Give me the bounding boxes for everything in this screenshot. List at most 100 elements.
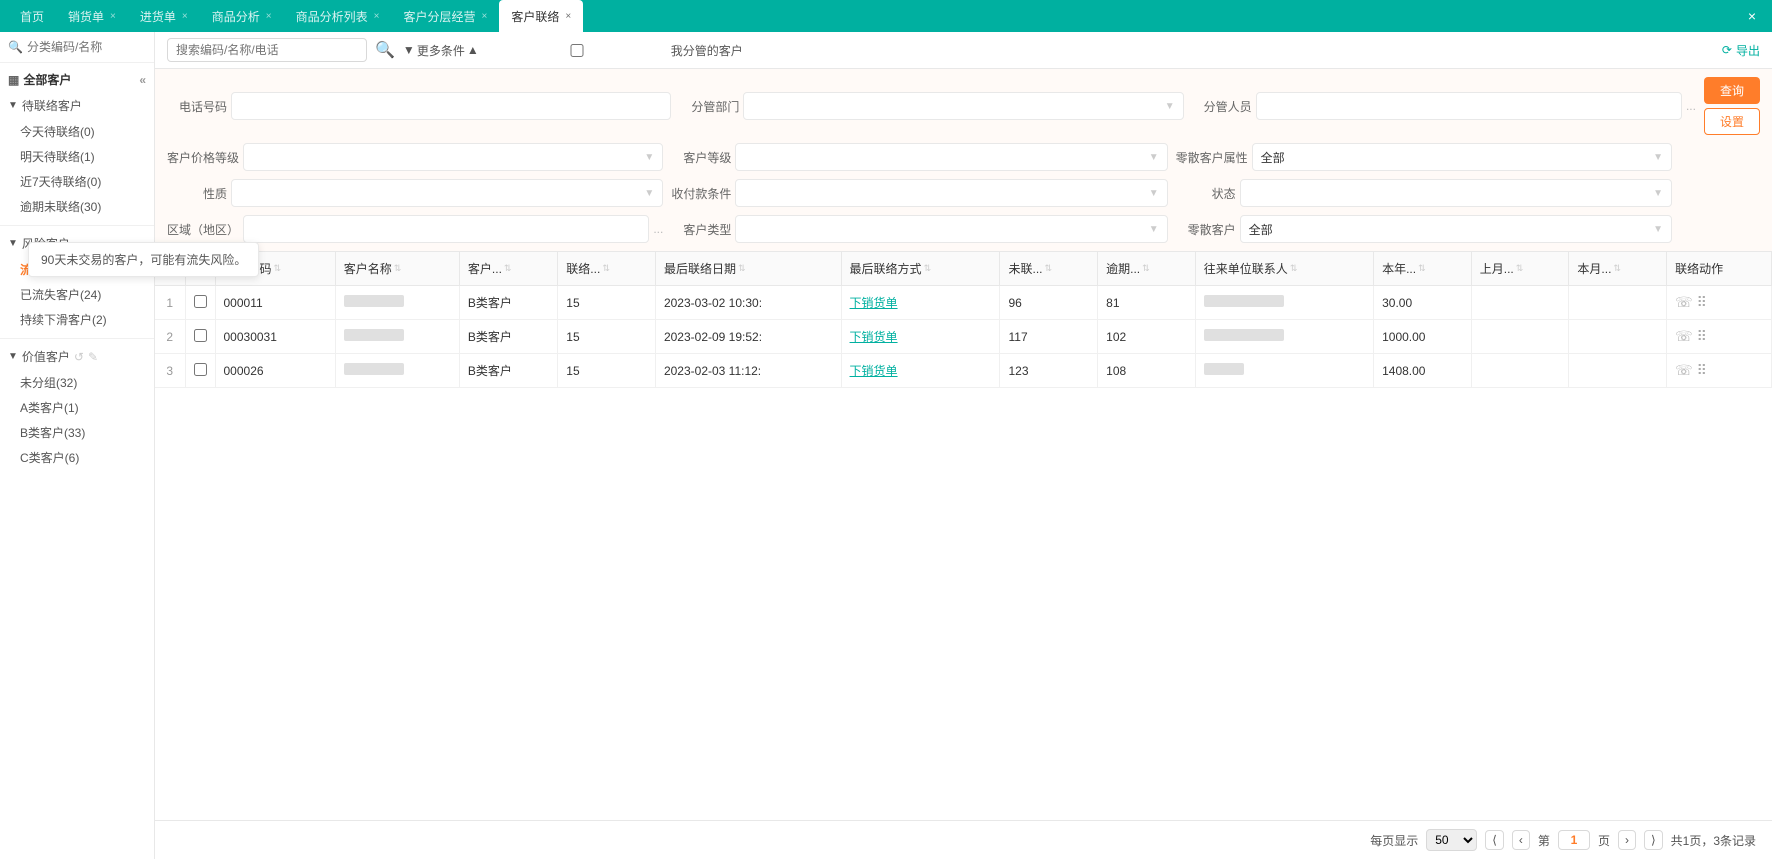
sidebar-item-overdue[interactable]: 逾期未联络(30): [0, 194, 154, 219]
contact-method-link[interactable]: 下销货单: [850, 330, 898, 344]
filter-payment-select[interactable]: ▼: [735, 179, 1167, 207]
last-contact-method[interactable]: 下销货单: [841, 320, 1000, 354]
sidebar-item-class-a[interactable]: A类客户(1): [0, 395, 154, 420]
customer-name: [335, 320, 459, 354]
contact-action-icon[interactable]: ☏: [1675, 362, 1693, 379]
col-last-contact-date[interactable]: 最后联络日期 ⇅: [655, 252, 841, 286]
filter-cust-level-select[interactable]: ▼: [735, 143, 1167, 171]
row-checkbox-cell[interactable]: [185, 320, 215, 354]
more-action-icon[interactable]: ⠿: [1697, 362, 1707, 379]
filter-cust-type-select[interactable]: ▼: [735, 215, 1167, 243]
row-checkbox[interactable]: [194, 363, 207, 376]
filter-person-select[interactable]: [1256, 92, 1682, 120]
chevron-down-icon: ▼: [1149, 188, 1159, 199]
close-icon[interactable]: ×: [182, 11, 188, 22]
filter-payment: 收付款条件 ▼: [671, 179, 1167, 207]
filter-status-select[interactable]: ▼: [1240, 179, 1672, 207]
table-row: 1 000011 B类客户 15 2023-03-02 10:30: 下销货单: [155, 286, 1772, 320]
sidebar-item-today[interactable]: 今天待联络(0): [0, 119, 154, 144]
sidebar-group-title-value[interactable]: ▼ 价值客户 ↺ ✎: [0, 343, 154, 370]
col-last-month[interactable]: 上月... ⇅: [1471, 252, 1569, 286]
more-action-icon[interactable]: ⠿: [1697, 328, 1707, 345]
tab-product-list[interactable]: 商品分析列表 ×: [284, 0, 392, 32]
page-number-input[interactable]: [1558, 830, 1590, 850]
contact-method-link[interactable]: 下销货单: [850, 364, 898, 378]
close-icon[interactable]: ×: [481, 11, 487, 22]
col-overdue[interactable]: 逾期... ⇅: [1098, 252, 1196, 286]
filter-cust-type: 客户类型 ▼: [671, 215, 1167, 243]
export-button[interactable]: ⟳ 导出: [1722, 42, 1760, 59]
this-month-amount: [1569, 354, 1667, 388]
col-unlisted-days[interactable]: 未联... ⇅: [1000, 252, 1098, 286]
contact-action-icon[interactable]: ☏: [1675, 294, 1693, 311]
my-customers-checkbox[interactable]: 我分管的客户: [487, 42, 743, 59]
col-this-year[interactable]: 本年... ⇅: [1374, 252, 1472, 286]
close-icon[interactable]: ×: [110, 11, 116, 22]
query-button[interactable]: 查询: [1704, 77, 1760, 104]
filter-phone-input[interactable]: [231, 92, 671, 120]
filter-status: 状态 ▼: [1176, 179, 1672, 207]
sidebar-search-input[interactable]: [27, 40, 146, 54]
next-page-button[interactable]: ›: [1618, 830, 1636, 850]
tab-home[interactable]: 首页: [8, 0, 56, 32]
more-options-icon[interactable]: ...: [1686, 99, 1696, 113]
filter-region-input[interactable]: [243, 215, 649, 243]
search-input[interactable]: [167, 38, 367, 62]
sidebar-item-class-c[interactable]: C类客户(6): [0, 445, 154, 470]
filter-dept-select[interactable]: ▼: [743, 92, 1183, 120]
col-customer-name[interactable]: 客户名称 ⇅: [335, 252, 459, 286]
last-page-button[interactable]: ⟩: [1644, 830, 1663, 850]
filter-retail-attr-select[interactable]: 全部 ▼: [1252, 143, 1672, 171]
tab-sales[interactable]: 销货单 ×: [56, 0, 128, 32]
tab-purchase[interactable]: 进货单 ×: [128, 0, 200, 32]
more-options-icon[interactable]: ...: [653, 222, 663, 236]
collapse-button[interactable]: «: [139, 73, 146, 87]
sidebar-item-churned[interactable]: 已流失客户(24): [0, 282, 154, 307]
col-last-contact-method[interactable]: 最后联络方式 ⇅: [841, 252, 1000, 286]
last-contact-method[interactable]: 下销货单: [841, 286, 1000, 320]
col-customer-type[interactable]: 客户... ⇅: [459, 252, 557, 286]
table-area[interactable]: ⚙ 客户编码 ⇅ 客户名称: [155, 252, 1772, 820]
col-company-contact[interactable]: 往来单位联系人 ⇅: [1195, 252, 1373, 286]
filter-retail-cust-select[interactable]: 全部 ▼: [1240, 215, 1672, 243]
search-button[interactable]: 🔍: [375, 40, 395, 60]
tab-customer-contact[interactable]: 客户联络 ×: [499, 0, 583, 32]
sidebar-item-7days[interactable]: 近7天待联络(0): [0, 169, 154, 194]
customer-name: [335, 354, 459, 388]
filter-icon: ▼: [403, 43, 415, 57]
tab-customer-tier[interactable]: 客户分层经营 ×: [391, 0, 499, 32]
window-close-button[interactable]: ×: [1732, 0, 1772, 32]
sidebar-group-title-pending[interactable]: ▼ 待联络客户: [0, 92, 154, 119]
prev-page-button[interactable]: ‹: [1512, 830, 1530, 850]
adv-filter-row-3: 性质 ▼ 收付款条件 ▼ 状态: [167, 179, 1760, 207]
col-contact-count[interactable]: 联络... ⇅: [558, 252, 656, 286]
sidebar-item-class-b[interactable]: B类客户(33): [0, 420, 154, 445]
close-icon[interactable]: ×: [266, 11, 272, 22]
contact-count: 15: [558, 320, 656, 354]
sidebar-item-declining[interactable]: 持续下滑客户(2): [0, 307, 154, 332]
row-checkbox-cell[interactable]: [185, 286, 215, 320]
my-customers-check[interactable]: [487, 44, 667, 57]
row-checkbox-cell[interactable]: [185, 354, 215, 388]
sidebar-item-tomorrow[interactable]: 明天待联络(1): [0, 144, 154, 169]
last-contact-method[interactable]: 下销货单: [841, 354, 1000, 388]
row-checkbox[interactable]: [194, 329, 207, 342]
close-icon[interactable]: ×: [374, 11, 380, 22]
contact-action-icon[interactable]: ☏: [1675, 328, 1693, 345]
tab-product-analysis[interactable]: 商品分析 ×: [200, 0, 284, 32]
sidebar-item-unclassified[interactable]: 未分组(32): [0, 370, 154, 395]
first-page-button[interactable]: ⟨: [1485, 830, 1504, 850]
row-checkbox[interactable]: [194, 295, 207, 308]
settings-button[interactable]: 设置: [1704, 108, 1760, 135]
page-size-select[interactable]: 50 20 100: [1426, 829, 1477, 851]
filter-nature-select[interactable]: ▼: [231, 179, 663, 207]
close-icon[interactable]: ×: [565, 11, 571, 22]
col-this-month[interactable]: 本月... ⇅: [1569, 252, 1667, 286]
contact-method-link[interactable]: 下销货单: [850, 296, 898, 310]
more-conditions-button[interactable]: ▼ 更多条件 ▲: [403, 42, 479, 59]
sidebar-search-box: 🔍: [0, 32, 154, 63]
refresh-icon[interactable]: ↺: [74, 350, 84, 364]
more-action-icon[interactable]: ⠿: [1697, 294, 1707, 311]
filter-price-select[interactable]: ▼: [243, 143, 663, 171]
edit-icon[interactable]: ✎: [88, 350, 98, 364]
